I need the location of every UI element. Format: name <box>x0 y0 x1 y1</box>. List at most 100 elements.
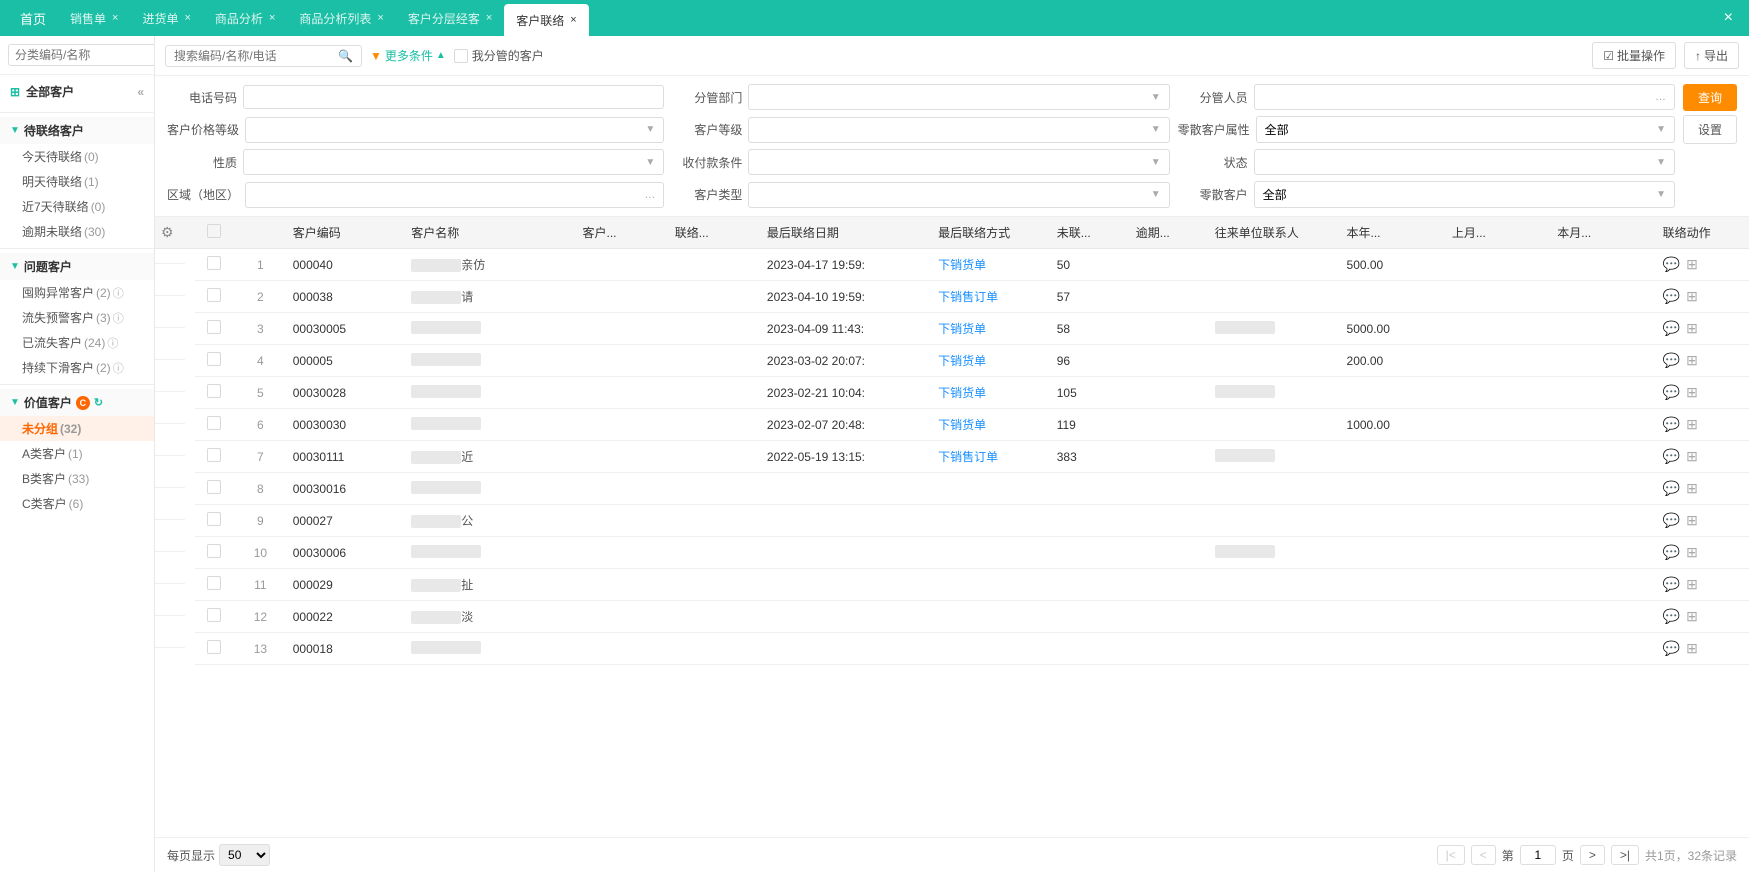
filter-payment-select[interactable]: ▼ <box>748 149 1169 175</box>
filter-manager-input[interactable]: … <box>1254 84 1675 110</box>
toolbar-search-input[interactable] <box>174 49 334 63</box>
sidebar-item-week-pending[interactable]: 近7天待联络 (0) <box>0 194 154 219</box>
last-contact-method[interactable]: 下销售订单 <box>932 441 1051 473</box>
filter-region-input[interactable]: … <box>245 182 664 208</box>
message-icon[interactable]: 💬 <box>1663 576 1680 593</box>
th-overdue[interactable]: 逾期... <box>1130 217 1209 249</box>
last-method-link[interactable]: 下销货单 <box>938 386 986 400</box>
sidebar-group-pending-header[interactable]: ▼ 待联络客户 <box>0 117 154 144</box>
th-last-method[interactable]: 最后联络方式 <box>932 217 1051 249</box>
sidebar-item-tomorrow-pending[interactable]: 明天待联络 (1) <box>0 169 154 194</box>
reset-button[interactable]: 设置 <box>1683 115 1737 144</box>
settings-gear-button[interactable]: ⚙ <box>161 224 174 241</box>
last-contact-method[interactable]: 下销货单 <box>932 377 1051 409</box>
filter-status-select[interactable]: ▼ <box>1254 149 1675 175</box>
close-purchase-tab[interactable]: × <box>184 12 190 24</box>
refresh-icon[interactable]: ↻ <box>94 396 103 409</box>
tab-customer-contact[interactable]: 客户联络 × <box>504 4 588 36</box>
last-page-button[interactable]: >| <box>1611 845 1639 865</box>
sidebar-all-customers[interactable]: ⊞ 全部客户 « <box>0 75 154 108</box>
row-checkbox[interactable] <box>207 416 221 430</box>
filter-phone-input[interactable] <box>243 85 664 109</box>
last-method-link[interactable]: 下销货单 <box>938 354 986 368</box>
filter-scatter-customer-select[interactable]: 全部 ▼ <box>1254 181 1675 208</box>
tab-customer-segment[interactable]: 客户分层经客 × <box>396 0 504 36</box>
next-page-button[interactable]: > <box>1580 845 1605 865</box>
grid-action-icon[interactable]: ⊞ <box>1686 608 1698 625</box>
th-contact[interactable]: 联络... <box>669 217 761 249</box>
grid-action-icon[interactable]: ⊞ <box>1686 512 1698 529</box>
message-icon[interactable]: 💬 <box>1663 384 1680 401</box>
filter-dept-select[interactable]: ▼ <box>748 84 1169 110</box>
message-icon[interactable]: 💬 <box>1663 256 1680 273</box>
tab-product-analysis-list[interactable]: 商品分析列表 × <box>287 0 395 36</box>
prev-page-button[interactable]: < <box>1471 845 1496 865</box>
sidebar-item-hoarding-abnormal[interactable]: 囤购异常客户 (2) ⓘ <box>0 280 154 305</box>
sidebar-group-value-header[interactable]: ▼ 价值客户 C ↻ <box>0 389 154 416</box>
page-number-input[interactable] <box>1520 845 1556 865</box>
message-icon[interactable]: 💬 <box>1663 512 1680 529</box>
th-customer-name[interactable]: 客户名称 <box>405 217 576 249</box>
filter-customer-level-select[interactable]: ▼ <box>748 117 1169 143</box>
th-check[interactable] <box>195 217 235 249</box>
message-icon[interactable]: 💬 <box>1663 480 1680 497</box>
row-checkbox[interactable] <box>207 384 221 398</box>
per-page-select[interactable]: 50 100 <box>219 844 270 866</box>
row-checkbox[interactable] <box>207 608 221 622</box>
row-checkbox[interactable] <box>207 256 221 270</box>
message-icon[interactable]: 💬 <box>1663 448 1680 465</box>
message-icon[interactable]: 💬 <box>1663 416 1680 433</box>
grid-action-icon[interactable]: ⊞ <box>1686 640 1698 657</box>
last-contact-method[interactable]: 下销货单 <box>932 409 1051 441</box>
last-contact-method[interactable]: 下销货单 <box>932 345 1051 377</box>
grid-action-icon[interactable]: ⊞ <box>1686 288 1698 305</box>
export-button[interactable]: ↑ 导出 <box>1684 42 1739 69</box>
sidebar-item-b-class[interactable]: B类客户 (33) <box>0 466 154 491</box>
th-customer-type[interactable]: 客户... <box>577 217 669 249</box>
sidebar-item-today-pending[interactable]: 今天待联络 (0) <box>0 144 154 169</box>
query-button[interactable]: 查询 <box>1683 84 1737 111</box>
message-icon[interactable]: 💬 <box>1663 640 1680 657</box>
toolbar-search-icon[interactable]: 🔍 <box>338 49 353 63</box>
filter-customer-type-select[interactable]: ▼ <box>748 182 1169 208</box>
toolbar-filter-btn[interactable]: ▼ 更多条件 ▲ <box>370 47 446 64</box>
grid-action-icon[interactable]: ⊞ <box>1686 544 1698 561</box>
tab-sales[interactable]: 销售单 × <box>58 0 130 36</box>
grid-action-icon[interactable]: ⊞ <box>1686 256 1698 273</box>
tab-purchase[interactable]: 进货单 × <box>130 0 202 36</box>
grid-action-icon[interactable]: ⊞ <box>1686 352 1698 369</box>
sidebar-item-ungrouped[interactable]: 未分组 (32) <box>0 416 154 441</box>
last-method-link[interactable]: 下销售订单 <box>938 290 998 304</box>
close-sales-tab[interactable]: × <box>112 12 118 24</box>
grid-action-icon[interactable]: ⊞ <box>1686 448 1698 465</box>
grid-action-icon[interactable]: ⊞ <box>1686 384 1698 401</box>
tab-home[interactable]: 首页 <box>8 0 58 36</box>
sidebar-item-overdue-contact[interactable]: 逾期未联络 (30) <box>0 219 154 244</box>
last-contact-method[interactable] <box>932 473 1051 505</box>
th-last-month[interactable]: 上月... <box>1446 217 1551 249</box>
sidebar-search-input[interactable] <box>8 44 155 66</box>
last-method-link[interactable]: 下销货单 <box>938 322 986 336</box>
message-icon[interactable]: 💬 <box>1663 544 1680 561</box>
row-checkbox[interactable] <box>207 544 221 558</box>
filter-price-level-select[interactable]: ▼ <box>245 117 664 143</box>
window-close-button[interactable]: × <box>1716 9 1741 27</box>
th-settings[interactable]: ⚙ <box>155 217 195 249</box>
last-contact-method[interactable]: 下销货单 <box>932 249 1051 281</box>
row-checkbox[interactable] <box>207 320 221 334</box>
first-page-button[interactable]: |< <box>1437 845 1465 865</box>
grid-action-icon[interactable]: ⊞ <box>1686 320 1698 337</box>
sidebar-item-a-class[interactable]: A类客户 (1) <box>0 441 154 466</box>
row-checkbox[interactable] <box>207 576 221 590</box>
last-contact-method[interactable] <box>932 569 1051 601</box>
filter-nature-select[interactable]: ▼ <box>243 149 664 175</box>
my-customers-checkbox-container[interactable]: 我分管的客户 <box>454 47 544 64</box>
last-contact-method[interactable]: 下销售订单 <box>932 281 1051 313</box>
sidebar-group-problem-header[interactable]: ▼ 问题客户 <box>0 253 154 280</box>
my-customers-checkbox[interactable] <box>454 49 468 63</box>
last-contact-method[interactable] <box>932 537 1051 569</box>
close-customer-contact-tab[interactable]: × <box>570 14 576 26</box>
th-uncontact[interactable]: 未联... <box>1051 217 1130 249</box>
batch-ops-button[interactable]: ☑ 批量操作 <box>1592 42 1676 69</box>
close-product-analysis-tab[interactable]: × <box>269 12 275 24</box>
